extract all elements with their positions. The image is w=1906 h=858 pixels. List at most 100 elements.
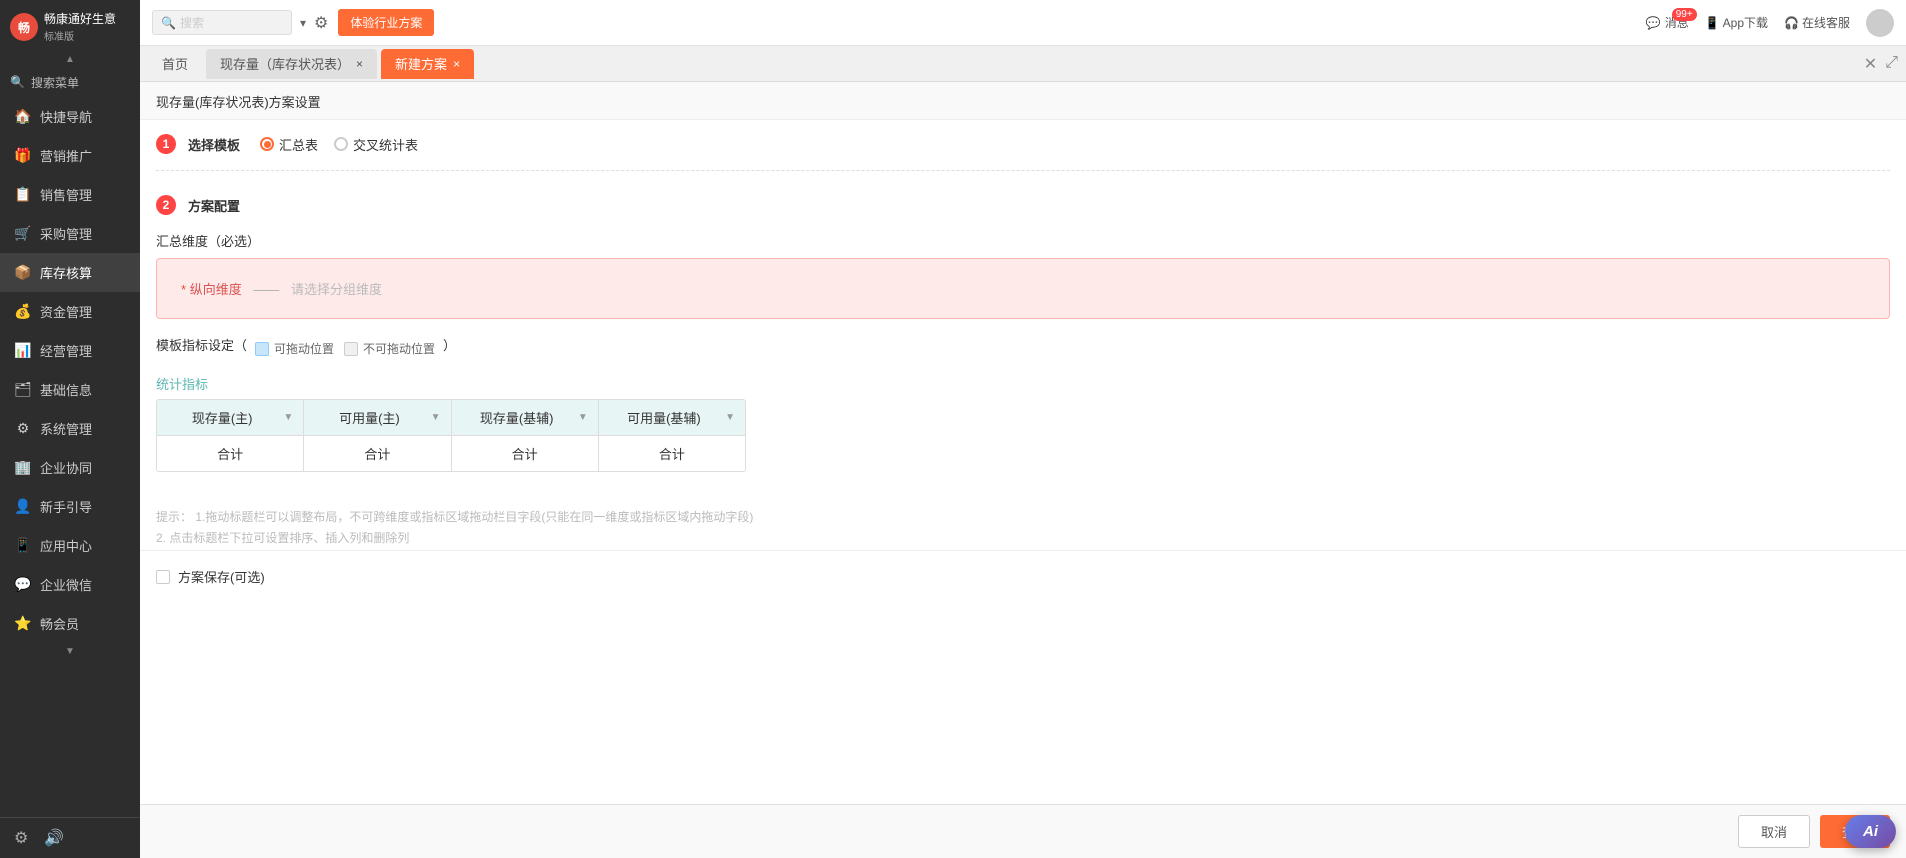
new-plan-tab-close[interactable]: × [453,57,460,71]
sidebar-scroll-down[interactable]: ▼ [0,643,140,660]
tip-2: 2. 点击标题栏下拉可设置排序、插入列和删除列 [156,529,1890,546]
sidebar-item-label: 采购管理 [40,224,92,243]
sidebar-item-label: 库存核算 [40,263,92,282]
money-icon: 💰 [14,302,32,320]
sidebar-item-label: 畅会员 [40,614,79,633]
tab-expand-btn[interactable]: ⤢ [1885,54,1898,74]
sidebar-item-inventory[interactable]: 📦 库存核算 [0,253,140,292]
star-icon: ⭐ [14,614,32,632]
save-checkbox[interactable] [156,570,170,584]
col-dropdown-0[interactable]: ▼ [283,412,293,423]
template-radio-group: 汇总表 交叉统计表 [260,135,418,154]
sidebar-item-system[interactable]: ⚙ 系统管理 [0,409,140,448]
logo-icon: 畅 [10,13,38,41]
fixed-chip-label: 不可拖动位置 [363,340,435,357]
stats-table: 现存量(主) ▼ 可用量(主) ▼ 现存量(基辅) ▼ 可用量(基辅) [156,399,746,472]
inventory-tab-label: 现存量（库存状况表） [220,54,350,73]
footer-bar: 取消 查询 [140,804,1906,858]
cancel-button[interactable]: 取消 [1738,815,1810,848]
tab-home[interactable]: 首页 [148,49,202,79]
stats-title: 统计指标 [156,374,1890,393]
topbar-settings-icon[interactable]: ⚙ [314,13,328,33]
topbar-message[interactable]: 💬 消息 99+ [1646,14,1689,31]
sidebar-item-label: 营销推广 [40,146,92,165]
save-option: 方案保存(可选) [140,550,1906,602]
sidebar-item-member[interactable]: ⭐ 畅会员 [0,604,140,643]
tab-close-btn[interactable]: ✕ [1864,54,1877,74]
message-icon: 💬 [1646,16,1661,30]
step2-section: 2 方案配置 汇总维度（必选） * 纵向维度 —— 请选择分组维度 模板指标设定… [140,195,1906,500]
cart-icon: 🛒 [14,224,32,242]
sidebar-item-finance[interactable]: 💰 资金管理 [0,292,140,331]
step-divider [156,170,1890,171]
inventory-tab-close[interactable]: × [356,57,363,71]
sidebar-item-marketing[interactable]: 🎁 营销推广 [0,136,140,175]
topbar-dropdown-icon[interactable]: ▾ [300,16,306,30]
sidebar-item-sales[interactable]: 📋 销售管理 [0,175,140,214]
footer-settings-icon[interactable]: ⚙ [14,828,28,848]
sidebar-scroll-up[interactable]: ▲ [0,51,140,68]
indicator-settings: 模板指标设定（ 可拖动位置 不可拖动位置 ） [156,335,1890,362]
topbar: 🔍 搜索 ▾ ⚙ 体验行业方案 💬 消息 99+ 📱 App下载 🎧 在线客服 [140,0,1906,46]
main-area: 🔍 搜索 ▾ ⚙ 体验行业方案 💬 消息 99+ 📱 App下载 🎧 在线客服 [140,0,1906,858]
trial-btn[interactable]: 体验行业方案 [338,9,434,36]
col-dropdown-1[interactable]: ▼ [431,412,441,423]
col-label-1: 可用量(主) [314,408,424,427]
app-version: 标准版 [44,28,116,43]
topbar-app-download[interactable]: 📱 App下载 [1705,14,1768,31]
sidebar-item-enterprise[interactable]: 🏢 企业协同 [0,448,140,487]
step1-section: 1 选择模板 汇总表 交叉统计表 [140,120,1906,195]
sidebar-footer: ⚙ 🔊 [0,817,140,858]
topbar-search-text: 搜索 [180,14,204,31]
col-dropdown-2[interactable]: ▼ [578,412,588,423]
sidebar-item-label: 企业微信 [40,575,92,594]
tab-new-plan[interactable]: 新建方案 × [381,49,474,79]
radio-summary[interactable]: 汇总表 [260,135,318,154]
app-name: 畅康通好生意 [44,12,116,28]
search-menu-label: 搜索菜单 [31,74,79,91]
tabbar: 首页 现存量（库存状况表） × 新建方案 × ✕ ⤢ [140,46,1906,82]
phone-icon: 📱 [1705,16,1720,30]
sidebar-item-label: 资金管理 [40,302,92,321]
stats-col-3: 可用量(基辅) ▼ [599,400,745,435]
footer-audio-icon[interactable]: 🔊 [44,828,64,848]
tab-inventory[interactable]: 现存量（库存状况表） × [206,49,377,79]
col-label-3: 可用量(基辅) [609,408,719,427]
sidebar-item-label: 基础信息 [40,380,92,399]
indicator-label-suffix: ） [443,335,456,354]
sidebar-item-quick-nav[interactable]: 🏠 快捷导航 [0,97,140,136]
content-area: 现存量(库存状况表)方案设置 1 选择模板 汇总表 交叉统计表 [140,82,1906,804]
step1-badge: 1 [156,134,176,154]
stats-table-header: 现存量(主) ▼ 可用量(主) ▼ 现存量(基辅) ▼ 可用量(基辅) [157,400,745,435]
sidebar-item-operations[interactable]: 📊 经营管理 [0,331,140,370]
page-title: 现存量(库存状况表)方案设置 [140,82,1906,120]
col-dropdown-3[interactable]: ▼ [725,412,735,423]
sidebar-item-label: 系统管理 [40,419,92,438]
sidebar-item-purchase[interactable]: 🛒 采购管理 [0,214,140,253]
stats-cell-3: 合计 [599,436,745,471]
draggable-chip-box [255,342,269,356]
ai-button[interactable]: Ai [1845,815,1896,848]
message-badge: 99+ [1672,8,1697,21]
dimension-label: 汇总维度（必选） [156,231,1890,250]
chip-draggable: 可拖动位置 [255,340,334,357]
sidebar-item-label: 快捷导航 [40,107,92,126]
topbar-online-service[interactable]: 🎧 在线客服 [1784,14,1850,31]
topbar-search-box[interactable]: 🔍 搜索 [152,10,292,35]
tips-section: 提示： 1.拖动标题栏可以调整布局，不可跨维度或指标区域拖动栏目字段(只能在同一… [140,508,1906,546]
chat-icon: 💬 [14,575,32,593]
step2-row: 2 方案配置 [156,195,1890,215]
box-icon: 📦 [14,263,32,281]
sidebar-item-basic-info[interactable]: 🗂 基础信息 [0,370,140,409]
online-service-label: 在线客服 [1802,14,1850,31]
draggable-chip-label: 可拖动位置 [274,340,334,357]
sidebar-item-label: 企业协同 [40,458,92,477]
topbar-avatar[interactable] [1866,9,1894,37]
sidebar-item-app-center[interactable]: 📱 应用中心 [0,526,140,565]
stats-table-row: 合计 合计 合计 合计 [157,435,745,471]
step1-row: 1 选择模板 汇总表 交叉统计表 [156,134,1890,154]
sidebar-item-wechat[interactable]: 💬 企业微信 [0,565,140,604]
sidebar-item-newbie[interactable]: 👤 新手引导 [0,487,140,526]
radio-cross[interactable]: 交叉统计表 [334,135,418,154]
sidebar-search-item[interactable]: 🔍 搜索菜单 [0,68,140,97]
